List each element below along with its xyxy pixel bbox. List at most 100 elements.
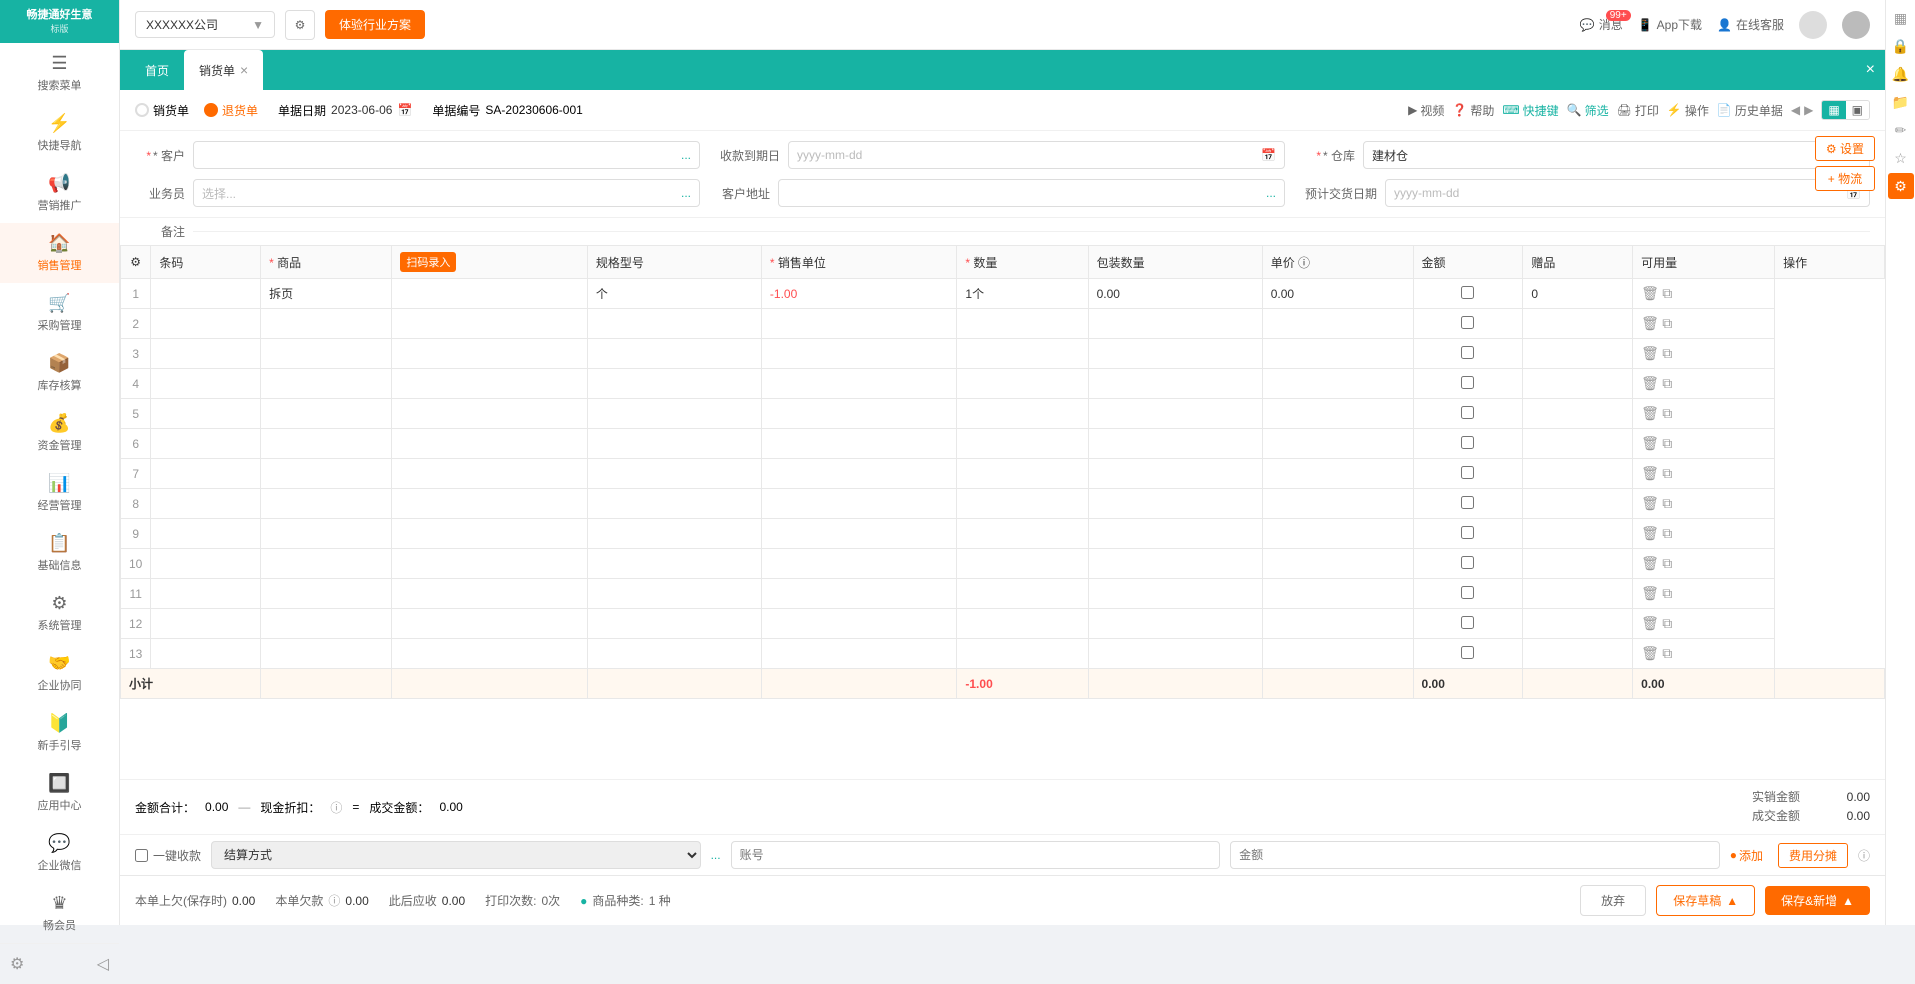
row-barcode[interactable]: [151, 489, 261, 519]
nav-prev-icon[interactable]: ◀: [1791, 103, 1800, 117]
rs-btn-edit[interactable]: ✏: [1888, 117, 1914, 143]
row-unit[interactable]: 个: [587, 279, 761, 309]
row-spec[interactable]: [392, 339, 587, 369]
row-pkg[interactable]: [957, 549, 1088, 579]
copy-row-btn[interactable]: ⧉: [1662, 315, 1672, 332]
row-price[interactable]: [1088, 579, 1262, 609]
list-view-btn[interactable]: ▦: [1822, 101, 1845, 119]
row-unit[interactable]: [587, 339, 761, 369]
sidebar-item-wechat[interactable]: 💬 企业微信: [0, 823, 119, 883]
nav-next-icon[interactable]: ▶: [1804, 103, 1813, 117]
tab-home[interactable]: 首页: [130, 50, 184, 90]
row-price[interactable]: [1088, 399, 1262, 429]
card-view-btn[interactable]: ▣: [1846, 101, 1869, 119]
row-amount[interactable]: [1262, 549, 1413, 579]
row-qty[interactable]: [761, 489, 956, 519]
sidebar-item-member[interactable]: ♛ 畅会员: [0, 883, 119, 943]
tab-active[interactable]: 销货单 ×: [184, 50, 263, 90]
copy-row-btn[interactable]: ⧉: [1662, 405, 1672, 422]
row-amount[interactable]: 0.00: [1262, 279, 1413, 309]
rs-btn-star[interactable]: ☆: [1888, 145, 1914, 171]
row-product[interactable]: [261, 579, 392, 609]
row-barcode[interactable]: [151, 519, 261, 549]
row-product[interactable]: [261, 309, 392, 339]
payment-method-select[interactable]: 结算方式: [211, 841, 701, 869]
gift-checkbox[interactable]: [1461, 586, 1474, 599]
row-product[interactable]: [261, 339, 392, 369]
gift-checkbox[interactable]: [1461, 466, 1474, 479]
gift-checkbox[interactable]: [1461, 496, 1474, 509]
return-type-radio[interactable]: 退货单: [204, 102, 258, 119]
row-spec[interactable]: [392, 279, 587, 309]
copy-row-btn[interactable]: ⧉: [1662, 375, 1672, 392]
row-qty[interactable]: [761, 519, 956, 549]
row-price[interactable]: [1088, 369, 1262, 399]
gift-checkbox[interactable]: [1461, 616, 1474, 629]
row-product[interactable]: [261, 639, 392, 669]
row-barcode[interactable]: [151, 279, 261, 309]
tab-close-icon[interactable]: ×: [240, 62, 248, 78]
scan-button[interactable]: 扫码录入: [400, 252, 456, 272]
delete-row-btn[interactable]: 🗑: [1641, 645, 1659, 662]
row-pkg[interactable]: [957, 369, 1088, 399]
gift-checkbox[interactable]: [1461, 376, 1474, 389]
salesperson-input[interactable]: 选择... ...: [193, 179, 700, 207]
copy-row-btn[interactable]: ⧉: [1662, 615, 1672, 632]
row-qty[interactable]: [761, 609, 956, 639]
rs-btn-bell[interactable]: 🔔: [1888, 61, 1914, 87]
copy-row-btn[interactable]: ⧉: [1662, 495, 1672, 512]
row-spec[interactable]: [392, 489, 587, 519]
row-qty[interactable]: [761, 429, 956, 459]
row-product[interactable]: [261, 549, 392, 579]
rs-btn-settings[interactable]: ⚙: [1888, 173, 1914, 199]
row-qty[interactable]: -1.00: [761, 279, 956, 309]
logistics-button[interactable]: + 物流: [1815, 166, 1875, 191]
row-unit[interactable]: [587, 459, 761, 489]
row-price[interactable]: [1088, 429, 1262, 459]
fee-split-button[interactable]: 费用分摊: [1778, 843, 1848, 868]
row-barcode[interactable]: [151, 429, 261, 459]
row-spec[interactable]: [392, 549, 587, 579]
row-unit[interactable]: [587, 609, 761, 639]
row-product[interactable]: [261, 489, 392, 519]
row-amount[interactable]: [1262, 609, 1413, 639]
sidebar-item-inventory[interactable]: 📦 库存核算: [0, 343, 119, 403]
row-qty[interactable]: [761, 459, 956, 489]
row-spec[interactable]: [392, 399, 587, 429]
row-barcode[interactable]: [151, 639, 261, 669]
gift-checkbox[interactable]: [1461, 286, 1474, 299]
sidebar-item-search[interactable]: ☰ 搜索菜单: [0, 43, 119, 103]
gift-checkbox[interactable]: [1461, 406, 1474, 419]
expected-date-input[interactable]: yyyy-mm-dd 📅: [1385, 179, 1870, 207]
th-settings[interactable]: ⚙: [121, 246, 151, 279]
rs-btn-folder[interactable]: 📁: [1888, 89, 1914, 115]
copy-row-btn[interactable]: ⧉: [1662, 345, 1672, 362]
sidebar-collapse-btn[interactable]: ◁: [97, 954, 109, 974]
row-spec[interactable]: [392, 519, 587, 549]
row-unit[interactable]: [587, 429, 761, 459]
filter-btn[interactable]: 🔍 筛选: [1567, 102, 1609, 119]
settings-gear-button[interactable]: ⚙: [285, 10, 315, 40]
row-product[interactable]: 拆页: [261, 279, 392, 309]
row-pkg[interactable]: 1个: [957, 279, 1088, 309]
delete-row-btn[interactable]: 🗑: [1641, 585, 1659, 602]
row-amount[interactable]: [1262, 579, 1413, 609]
gift-checkbox[interactable]: [1461, 526, 1474, 539]
row-spec[interactable]: [392, 639, 587, 669]
company-selector[interactable]: XXXXXX公司 ▼: [135, 11, 275, 38]
user-avatar[interactable]: [1799, 11, 1827, 39]
row-spec[interactable]: [392, 579, 587, 609]
calendar-icon[interactable]: 📅: [397, 103, 412, 117]
row-price[interactable]: [1088, 549, 1262, 579]
delete-row-btn[interactable]: 🗑: [1641, 285, 1659, 302]
delete-row-btn[interactable]: 🗑: [1641, 435, 1659, 452]
row-unit[interactable]: [587, 639, 761, 669]
video-btn[interactable]: ▶ 视频: [1408, 102, 1444, 119]
delete-row-btn[interactable]: 🗑: [1641, 465, 1659, 482]
row-price[interactable]: [1088, 339, 1262, 369]
row-pkg[interactable]: [957, 489, 1088, 519]
amount-input[interactable]: [1230, 841, 1720, 869]
row-spec[interactable]: [392, 609, 587, 639]
copy-row-btn[interactable]: ⧉: [1662, 525, 1672, 542]
delete-row-btn[interactable]: 🗑: [1641, 375, 1659, 392]
